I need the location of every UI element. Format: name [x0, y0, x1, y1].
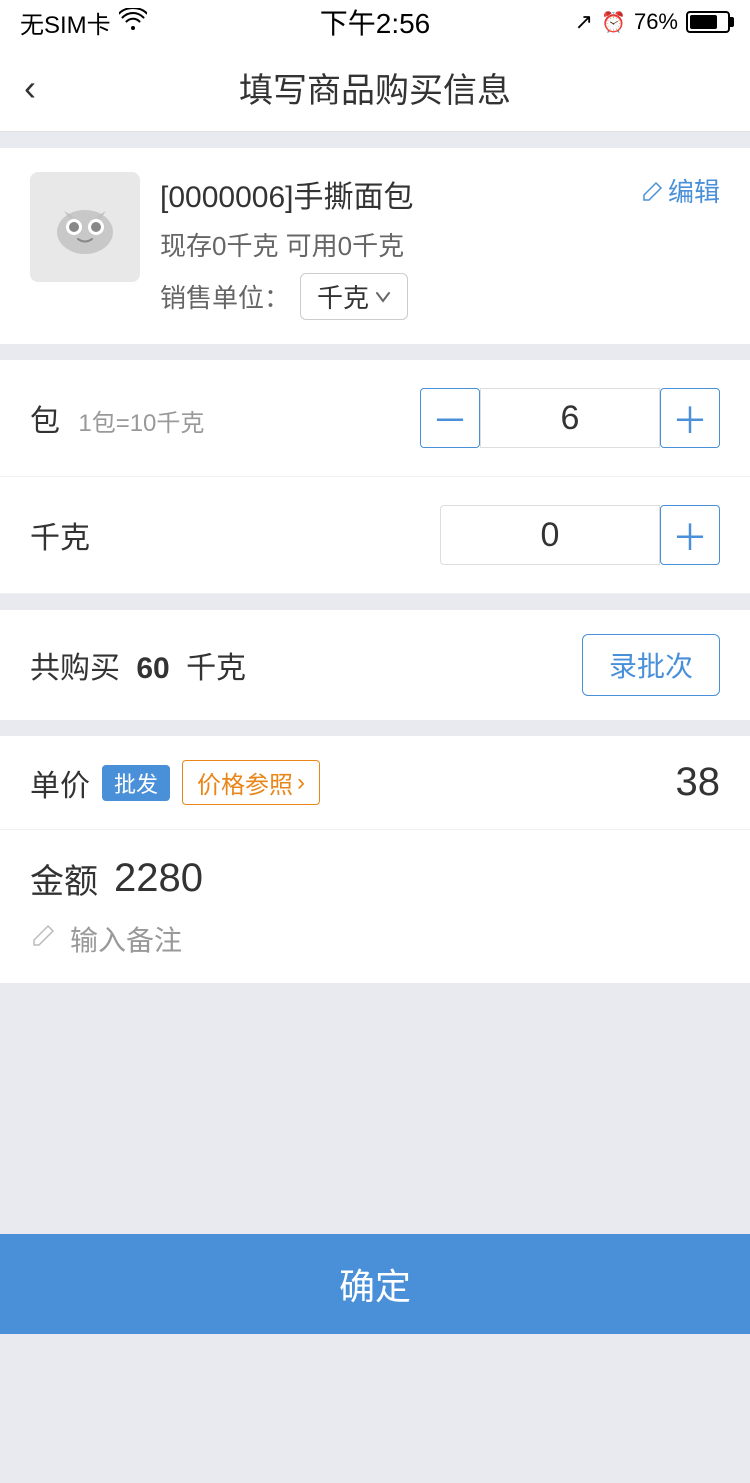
note-placeholder: 输入备注 — [70, 919, 182, 959]
page-title: 填写商品购买信息 — [239, 63, 511, 112]
gap-top — [0, 132, 750, 148]
package-label: 包 1包=10千克 — [30, 396, 420, 440]
product-image — [30, 172, 140, 282]
price-label: 单价 — [30, 761, 90, 805]
kg-plus-button[interactable]: ＋ — [660, 505, 720, 565]
amount-label: 金额 — [30, 854, 98, 903]
nav-bar: ‹ 填写商品购买信息 — [0, 44, 750, 132]
total-text: 共购买 60 千克 — [30, 643, 246, 687]
back-button[interactable]: ‹ — [24, 67, 36, 109]
confirm-button[interactable]: 确定 — [0, 1234, 750, 1334]
edit-button[interactable]: 编辑 — [642, 172, 720, 209]
amount-section: 金额 2280 输入备注 — [0, 829, 750, 983]
kg-input-row: 千克 ＋ — [0, 477, 750, 594]
total-row: 共购买 60 千克 录批次 — [0, 610, 750, 720]
product-info: [0000006]手撕面包 编辑 现存0千克 可用0千克 销售单位： 千克 — [160, 172, 720, 320]
package-hint: 1包=10千克 — [78, 410, 204, 437]
price-label-row: 单价 批发 价格参照 › — [30, 760, 320, 805]
amount-row: 金额 2280 — [30, 854, 720, 903]
price-section: 单价 批发 价格参照 › 38 — [0, 736, 750, 829]
battery-icon — [686, 11, 730, 33]
empty-area — [0, 983, 750, 1483]
note-row[interactable]: 输入备注 — [30, 919, 720, 959]
pencil-icon — [30, 923, 56, 956]
product-card: [0000006]手撕面包 编辑 现存0千克 可用0千克 销售单位： 千克 — [0, 148, 750, 344]
total-amount: 60 — [136, 652, 169, 685]
unit-value: 千克 — [317, 278, 369, 315]
product-stock: 现存0千克 可用0千克 — [160, 226, 720, 263]
kg-quantity-input[interactable] — [440, 505, 660, 565]
status-time: 下午2:56 — [320, 2, 431, 42]
carrier-text: 无SIM卡 — [20, 5, 111, 40]
product-logo-icon — [50, 197, 120, 257]
package-input-section: 包 1包=10千克 － ＋ 千克 ＋ — [0, 360, 750, 594]
package-minus-button[interactable]: － — [420, 388, 480, 448]
price-tag: 批发 — [102, 765, 170, 801]
package-plus-button[interactable]: ＋ — [660, 388, 720, 448]
product-title-row: [0000006]手撕面包 编辑 — [160, 172, 720, 216]
gap-2 — [0, 594, 750, 610]
product-unit-row: 销售单位： 千克 — [160, 273, 720, 320]
kg-label: 千克 — [30, 513, 440, 557]
product-name: [0000006]手撕面包 — [160, 172, 642, 216]
edit-icon — [642, 180, 664, 202]
status-bar: 无SIM卡 下午2:56 ↗ ⏰ 76% — [0, 0, 750, 44]
alarm-icon: ⏰ — [601, 10, 626, 35]
package-quantity-control: － ＋ — [420, 388, 720, 448]
unit-selector[interactable]: 千克 — [300, 273, 408, 320]
batch-button[interactable]: 录批次 — [582, 634, 720, 696]
gap-3 — [0, 720, 750, 736]
package-input-row: 包 1包=10千克 － ＋ — [0, 360, 750, 477]
status-right: ↗ ⏰ 76% — [575, 9, 730, 35]
battery-percent: 76% — [634, 9, 678, 35]
package-quantity-input[interactable] — [480, 388, 660, 448]
price-value: 38 — [676, 760, 721, 805]
amount-value: 2280 — [114, 856, 203, 901]
chevron-down-icon — [375, 291, 391, 303]
unit-label-text: 销售单位： — [160, 278, 290, 315]
location-icon: ↗ — [575, 9, 593, 35]
kg-quantity-control: ＋ — [440, 505, 720, 565]
price-ref-arrow: › — [297, 769, 305, 797]
price-ref-button[interactable]: 价格参照 › — [182, 760, 320, 805]
gap-1 — [0, 344, 750, 360]
wifi-icon — [119, 8, 147, 36]
status-carrier: 无SIM卡 — [20, 5, 147, 40]
